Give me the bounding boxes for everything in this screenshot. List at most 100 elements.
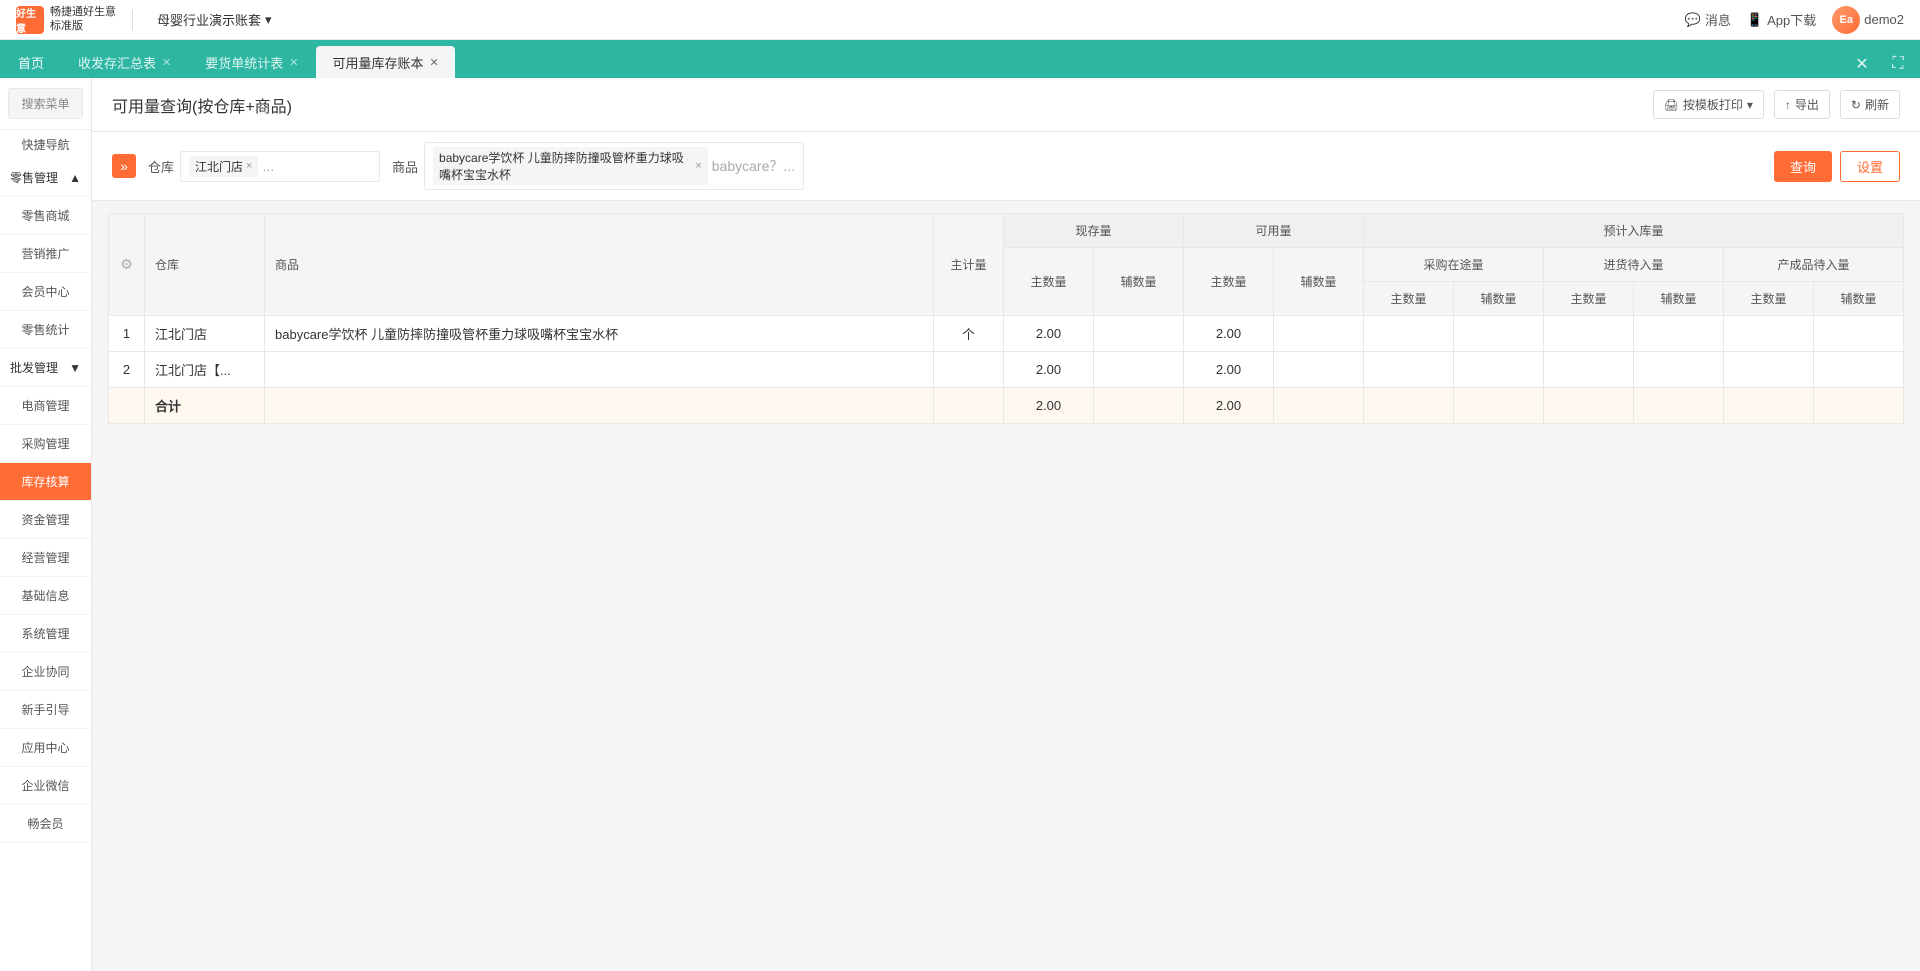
- nav-tabs: 首页 收发存汇总表 ✕ 要货单统计表 ✕ 可用量库存账本 ✕ ✕ ⛶: [0, 40, 1920, 78]
- total-available-aux: [1274, 388, 1364, 424]
- row1-production-aux: [1814, 316, 1904, 352]
- sidebar-item-inventory[interactable]: 库存核算: [0, 463, 91, 501]
- th-production-group: 产成品待入量: [1724, 248, 1904, 282]
- column-settings-icon[interactable]: ⚙: [120, 256, 133, 272]
- row2-index: 2: [109, 352, 145, 388]
- tab-close-icon[interactable]: ✕: [430, 56, 439, 69]
- logo-area: 好生意 畅捷通好生意 标准版: [16, 6, 116, 34]
- row2-unit: [934, 352, 1004, 388]
- sidebar-item-member[interactable]: 会员中心: [0, 273, 91, 311]
- sidebar-item-finance[interactable]: 资金管理: [0, 501, 91, 539]
- total-production-main: [1724, 388, 1814, 424]
- sidebar-item-basic-info[interactable]: 基础信息: [0, 577, 91, 615]
- sidebar-item-system[interactable]: 系统管理: [0, 615, 91, 653]
- product-filter: 商品 babycare学饮杯 儿童防摔防撞吸管杯重力球吸嘴杯宝宝水杯 × bab…: [392, 142, 804, 190]
- row2-available-aux: [1274, 352, 1364, 388]
- sidebar-item-marketing[interactable]: 营销推广: [0, 235, 91, 273]
- tab-home[interactable]: 首页: [2, 46, 60, 78]
- total-production-aux: [1814, 388, 1904, 424]
- row2-available-main: 2.00: [1184, 352, 1274, 388]
- th-available-group: 可用量: [1184, 214, 1364, 248]
- th-production-aux: 辅数量: [1814, 282, 1904, 316]
- user-menu[interactable]: Ea demo2: [1832, 6, 1904, 34]
- sidebar-item-app-center[interactable]: 应用中心: [0, 729, 91, 767]
- print-button[interactable]: 🖨 按模板打印 ▾: [1653, 90, 1764, 119]
- sidebar-item-retail-mall[interactable]: 零售商城: [0, 197, 91, 235]
- row1-purchase-transit-aux: [1454, 316, 1544, 352]
- maximize-button[interactable]: ⛶: [1884, 50, 1912, 78]
- warehouse-filter-input[interactable]: 江北门店 × ...: [180, 151, 380, 182]
- th-available-aux: 辅数量: [1274, 248, 1364, 316]
- sidebar-item-enterprise-wechat[interactable]: 企业微信: [0, 767, 91, 805]
- sidebar-item-guide[interactable]: 新手引导: [0, 691, 91, 729]
- th-incoming-main: 主数量: [1544, 282, 1634, 316]
- row2-purchase-transit-main: [1364, 352, 1454, 388]
- row1-stock-aux: [1094, 316, 1184, 352]
- total-incoming-main: [1544, 388, 1634, 424]
- total-purchase-transit-aux: [1454, 388, 1544, 424]
- sidebar-item-enterprise[interactable]: 企业协同: [0, 653, 91, 691]
- query-button[interactable]: 查询: [1774, 151, 1832, 182]
- th-stock-aux: 辅数量: [1094, 248, 1184, 316]
- th-incoming-aux: 辅数量: [1634, 282, 1724, 316]
- table-container[interactable]: ⚙ 仓库 商品 主计量 现存量 可用量 预计入库量 主数量 辅数量 主数量 辅数…: [92, 201, 1920, 971]
- row1-index: 1: [109, 316, 145, 352]
- chevron-icon: ▼: [69, 361, 81, 375]
- tab-close-icon[interactable]: ✕: [162, 56, 171, 69]
- settings-filter-button[interactable]: 设置: [1840, 151, 1900, 182]
- total-available-main: 2.00: [1184, 388, 1274, 424]
- sidebar: 搜索菜单 快捷导航 零售管理 ▲ 零售商城 营销推广 会员中心 零售统计 批发管…: [0, 78, 92, 971]
- content-area: 可用量查询(按仓库+商品) 🖨 按模板打印 ▾ ↑ 导出 ↻ 刷新 »: [92, 78, 1920, 971]
- total-purchase-transit-main: [1364, 388, 1454, 424]
- sidebar-item-wholesale[interactable]: 批发管理 ▼: [0, 349, 91, 387]
- search-menu-button[interactable]: 搜索菜单: [8, 88, 83, 119]
- warehouse-tag: 江北门店 ×: [189, 156, 258, 177]
- th-incoming-group: 进货待入量: [1544, 248, 1724, 282]
- sidebar-item-vip-member[interactable]: 畅会员: [0, 805, 91, 843]
- app-download-button[interactable]: 📱 App下载: [1747, 10, 1816, 29]
- product-filter-label: 商品: [392, 157, 418, 176]
- print-icon: 🖨: [1664, 98, 1679, 112]
- row1-incoming-aux: [1634, 316, 1724, 352]
- th-stock-group: 现存量: [1004, 214, 1184, 248]
- refresh-icon: ↻: [1851, 98, 1861, 112]
- message-button[interactable]: 💬 消息: [1685, 10, 1731, 29]
- total-row: 合计 2.00 2.00: [109, 388, 1904, 424]
- row2-product: [265, 352, 934, 388]
- sidebar-item-retail[interactable]: 零售管理 ▲: [0, 159, 91, 197]
- th-available-main: 主数量: [1184, 248, 1274, 316]
- warehouse-filter-more[interactable]: ...: [262, 158, 274, 174]
- export-button[interactable]: ↑ 导出: [1774, 90, 1830, 119]
- filter-bar: » 仓库 江北门店 × ... 商品 babycare学饮杯 儿童防摔防撞吸管杯…: [92, 132, 1920, 201]
- sidebar-item-quick-nav[interactable]: 快捷导航: [0, 130, 91, 159]
- sidebar-item-retail-stats[interactable]: 零售统计: [0, 311, 91, 349]
- tab-order-stats[interactable]: 要货单统计表 ✕: [189, 46, 314, 78]
- row2-production-aux: [1814, 352, 1904, 388]
- filter-expand-button[interactable]: »: [112, 154, 136, 178]
- row2-stock-aux: [1094, 352, 1184, 388]
- sidebar-item-operations[interactable]: 经营管理: [0, 539, 91, 577]
- warehouse-tag-close[interactable]: ×: [246, 160, 252, 172]
- tab-receive-summary[interactable]: 收发存汇总表 ✕: [62, 46, 187, 78]
- row1-unit: 个: [934, 316, 1004, 352]
- product-filter-more[interactable]: babycare？...: [712, 156, 795, 176]
- th-warehouse: 仓库: [145, 214, 265, 316]
- export-icon: ↑: [1785, 98, 1791, 112]
- row1-product: babycare学饮杯 儿童防摔防撞吸管杯重力球吸嘴杯宝宝水杯: [265, 316, 934, 352]
- total-label: 合计: [145, 388, 265, 424]
- product-tag-close[interactable]: ×: [695, 160, 701, 172]
- tab-available-inventory[interactable]: 可用量库存账本 ✕: [316, 46, 454, 78]
- sidebar-item-purchase[interactable]: 采购管理: [0, 425, 91, 463]
- industry-select[interactable]: 母婴行业演示账套 ▾: [149, 6, 280, 33]
- tab-close-icon[interactable]: ✕: [289, 56, 298, 69]
- row1-production-main: [1724, 316, 1814, 352]
- row1-incoming-main: [1544, 316, 1634, 352]
- close-window-button[interactable]: ✕: [1848, 50, 1876, 78]
- warehouse-filter: 仓库 江北门店 × ...: [148, 151, 380, 182]
- product-filter-input[interactable]: babycare学饮杯 儿童防摔防撞吸管杯重力球吸嘴杯宝宝水杯 × babyca…: [424, 142, 804, 190]
- sidebar-item-ecommerce[interactable]: 电商管理: [0, 387, 91, 425]
- refresh-button[interactable]: ↻ 刷新: [1840, 90, 1900, 119]
- table-row: 1 江北门店 babycare学饮杯 儿童防摔防撞吸管杯重力球吸嘴杯宝宝水杯 个…: [109, 316, 1904, 352]
- download-icon: 📱: [1747, 12, 1763, 28]
- total-empty-index: [109, 388, 145, 424]
